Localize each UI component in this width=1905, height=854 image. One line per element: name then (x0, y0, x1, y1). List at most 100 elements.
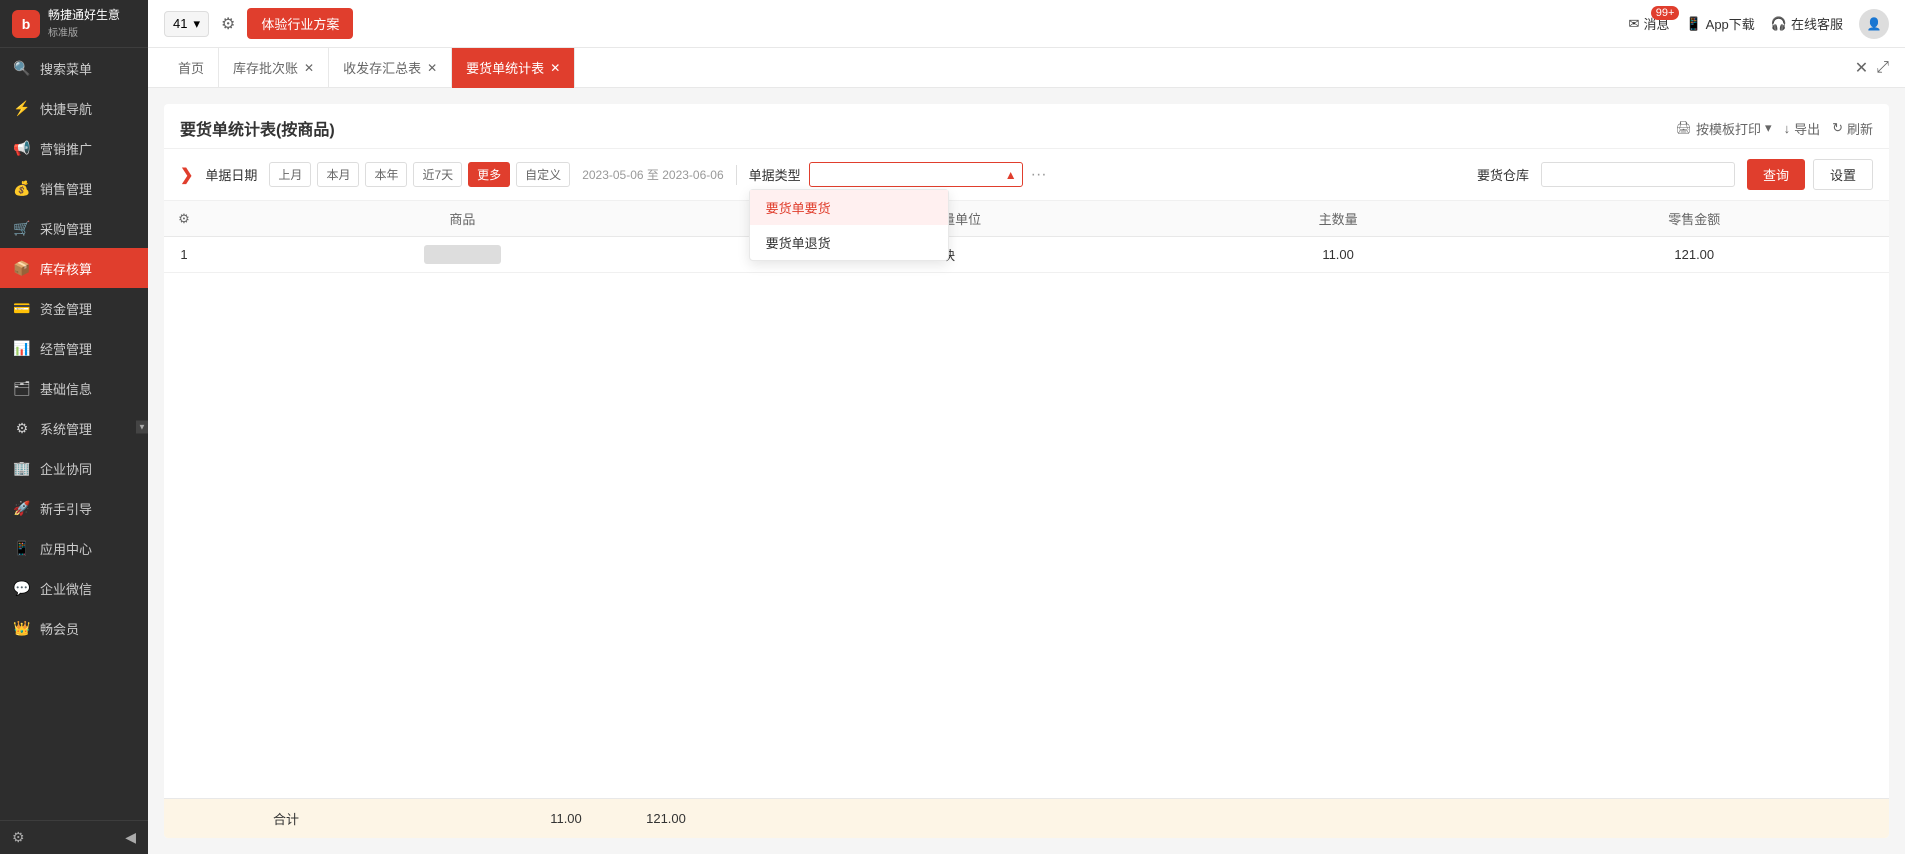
inventory-icon: 📦 (12, 258, 32, 278)
header-gear-icon[interactable]: ⚙ (221, 14, 235, 34)
footer-qty: 11.00 (516, 811, 616, 826)
app-download-btn[interactable]: 📱 App下载 (1685, 14, 1754, 33)
sidebar-item-search[interactable]: 🔍 搜索菜单 (0, 48, 148, 88)
print-label: 按模板打印 (1696, 119, 1761, 138)
warehouse-input[interactable] (1541, 162, 1735, 187)
sidebar-label-operation: 经营管理 (40, 339, 92, 358)
col-header-1: 商品 (204, 201, 721, 237)
trial-btn[interactable]: 体验行业方案 (247, 8, 353, 39)
refresh-icon: ↻ (1832, 120, 1843, 136)
sidebar-item-enterprise[interactable]: 🏢 企业协同 (0, 448, 148, 488)
purchase-icon: 🛒 (12, 218, 32, 238)
filter-more-icon[interactable]: ··· (1031, 166, 1047, 184)
sidebar-label-guide: 新手引导 (40, 499, 92, 518)
member-icon: 👑 (12, 618, 32, 638)
type-dropdown-menu: 要货单要货要货单退货 (749, 189, 949, 261)
date-range: 2023-05-06 至 2023-06-06 (582, 166, 723, 183)
page-actions: 🖨 按模板打印 ▾ ↓ 导出 ↻ 刷新 (1676, 119, 1874, 138)
logo-sub: 标准版 (48, 24, 120, 39)
dropdown-arrow-icon: ▾ (193, 16, 200, 32)
date-this-year[interactable]: 本年 (365, 162, 407, 187)
sidebar-label-marketing: 营销推广 (40, 139, 92, 158)
tab-label-home: 首页 (178, 58, 204, 77)
enterprise-icon: 🏢 (12, 458, 32, 478)
tab-close-batch[interactable]: ✕ (304, 61, 314, 75)
messages-btn[interactable]: ✉ 消息 99+ (1629, 14, 1670, 33)
date-last-month[interactable]: 上月 (269, 162, 311, 187)
table-row: 1 ████ 块 11.00 121.00 (164, 237, 1889, 273)
marketing-icon: 📢 (12, 138, 32, 158)
export-label: 导出 (1794, 119, 1820, 138)
filter-expand-btn[interactable]: ❯ (180, 165, 193, 185)
sidebar-item-sales[interactable]: 💰 销售管理 (0, 168, 148, 208)
main-area: 41 ▾ ⚙ 体验行业方案 ✉ 消息 99+ 📱 App下载 🎧 在线客服 👤 (148, 0, 1905, 854)
tab-receivable[interactable]: 收发存汇总表 ✕ (329, 48, 452, 88)
tab-label-receivable: 收发存汇总表 (343, 58, 421, 77)
sidebar-label-finance: 资金管理 (40, 299, 92, 318)
tab-close-receivable[interactable]: ✕ (427, 61, 437, 75)
date-custom[interactable]: 自定义 (516, 162, 570, 187)
col-header-0: ⚙ (164, 201, 204, 237)
sidebar-item-purchase[interactable]: 🛒 采购管理 (0, 208, 148, 248)
sidebar: b 畅捷通好生意 标准版 🔍 搜索菜单 ⚡ 快捷导航 📢 营销推广 💰 销售管理… (0, 0, 148, 854)
tab-home[interactable]: 首页 (164, 48, 219, 88)
sidebar-item-member[interactable]: 👑 畅会员 (0, 608, 148, 648)
table-container: ⚙商品主计量单位主数量零售金额 1 ████ 块 11.00 121.00 合计 (164, 201, 1889, 838)
sidebar-label-search: 搜索菜单 (40, 59, 92, 78)
sidebar-bottom: ⚙ ◀ (0, 820, 148, 854)
expand-tabs-btn[interactable]: ⤢ (1876, 59, 1889, 77)
export-btn[interactable]: ↓ 导出 (1784, 119, 1821, 138)
tab-batch[interactable]: 库存批次账✕ (219, 48, 329, 88)
refresh-btn[interactable]: ↻ 刷新 (1832, 119, 1873, 138)
date-label: 单据日期 (205, 165, 257, 184)
sidebar-item-system[interactable]: ⚙ 系统管理 (0, 408, 148, 448)
row-goods-0: ████ (204, 237, 721, 273)
sidebar-item-shortcut[interactable]: ⚡ 快捷导航 (0, 88, 148, 128)
operation-icon: 📊 (12, 338, 32, 358)
user-avatar[interactable]: 👤 (1859, 9, 1889, 39)
sidebar-item-basic[interactable]: 🗂 基础信息 (0, 368, 148, 408)
print-arrow-icon: ▾ (1765, 120, 1772, 136)
print-btn[interactable]: 🖨 按模板打印 ▾ (1676, 119, 1772, 138)
sidebar-item-operation[interactable]: 📊 经营管理 (0, 328, 148, 368)
sidebar-item-marketing[interactable]: 📢 营销推广 (0, 128, 148, 168)
close-tab-btn[interactable]: ✕ (1855, 58, 1868, 78)
refresh-label: 刷新 (1847, 119, 1873, 138)
sidebar-item-appstore[interactable]: 📱 应用中心 (0, 528, 148, 568)
date-more-btn[interactable]: 更多 (468, 162, 510, 187)
dropdown-item-order_return[interactable]: 要货单退货 (750, 225, 948, 260)
settings-icon[interactable]: ⚙ (178, 211, 190, 226)
tab-close-order_stats[interactable]: ✕ (550, 61, 560, 75)
company-dropdown[interactable]: 41 ▾ (164, 11, 209, 37)
print-icon: 🖨 (1676, 120, 1693, 136)
date-this-month[interactable]: 本月 (317, 162, 359, 187)
type-select-input[interactable] (809, 162, 1023, 187)
sidebar-collapse-icon[interactable]: ◀ (125, 829, 136, 846)
tab-order_stats[interactable]: 要货单统计表✕ (452, 48, 575, 88)
settings-btn[interactable]: 设置 (1813, 159, 1873, 190)
sidebar-scroll-down[interactable]: ▼ (136, 421, 148, 434)
sidebar-item-finance[interactable]: 💳 资金管理 (0, 288, 148, 328)
finance-icon: 💳 (12, 298, 32, 318)
tabs-actions: ✕ ⤢ (1855, 58, 1889, 78)
sidebar-nav: 🔍 搜索菜单 ⚡ 快捷导航 📢 营销推广 💰 销售管理 🛒 采购管理 📦 库存核… (0, 48, 148, 820)
sidebar-label-appstore: 应用中心 (40, 539, 92, 558)
online-service-btn[interactable]: 🎧 在线客服 (1771, 14, 1843, 33)
sidebar-settings-icon[interactable]: ⚙ (12, 829, 25, 846)
warehouse-label: 要货仓库 (1477, 165, 1529, 184)
sidebar-label-member: 畅会员 (40, 619, 79, 638)
app-download-icon: 📱 (1685, 16, 1701, 32)
basic-icon: 🗂 (12, 378, 32, 398)
table-body: 1 ████ 块 11.00 121.00 (164, 237, 1889, 273)
query-btn[interactable]: 查询 (1747, 159, 1805, 190)
sidebar-item-wechat[interactable]: 💬 企业微信 (0, 568, 148, 608)
header: 41 ▾ ⚙ 体验行业方案 ✉ 消息 99+ 📱 App下载 🎧 在线客服 👤 (148, 0, 1905, 48)
sidebar-item-guide[interactable]: 🚀 新手引导 (0, 488, 148, 528)
sidebar-item-inventory[interactable]: 📦 库存核算 (0, 248, 148, 288)
sidebar-label-system: 系统管理 (40, 419, 92, 438)
filter-bar: ❯ 单据日期 上月 本月 本年 近7天 更多 自定义 2023-05-06 至 … (164, 149, 1889, 201)
type-select-arrow[interactable]: ▲ (1005, 168, 1017, 182)
date-last-7-days[interactable]: 近7天 (413, 162, 462, 187)
dropdown-item-order_goods[interactable]: 要货单要货 (750, 190, 948, 225)
logo: b 畅捷通好生意 标准版 (0, 0, 148, 48)
